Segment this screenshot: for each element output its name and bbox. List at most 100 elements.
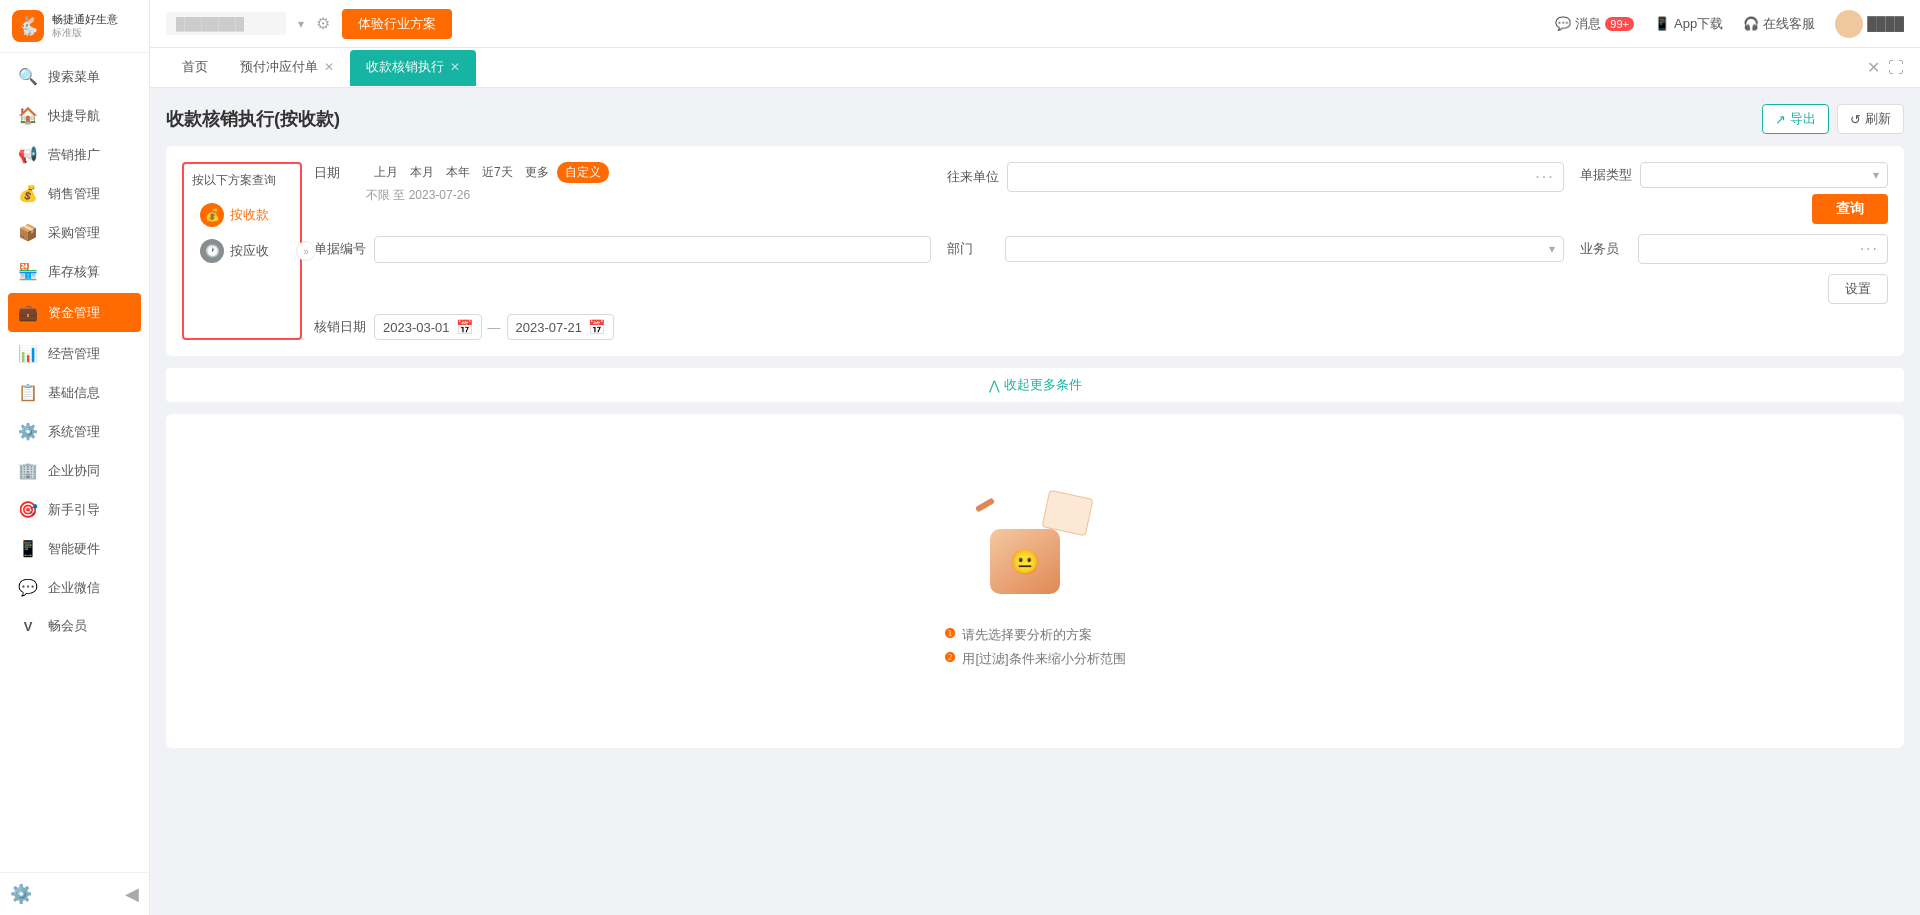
purchase-icon: 📦 xyxy=(18,223,38,242)
collapse-filter-icon[interactable]: » xyxy=(296,241,316,261)
guide-icon: 🎯 xyxy=(18,500,38,519)
tab-fullscreen-icon[interactable]: ⛶ xyxy=(1888,59,1904,77)
voucher-type-select[interactable]: ▾ xyxy=(1640,162,1888,188)
filter-option-receipt-label: 按收款 xyxy=(230,206,269,224)
company-selector[interactable]: ████████ xyxy=(166,12,286,35)
refresh-button[interactable]: ↺ 刷新 xyxy=(1837,104,1904,134)
tab-receivable-close-icon[interactable]: ✕ xyxy=(450,60,460,74)
date-separator: — xyxy=(488,320,501,335)
sidebar-item-system[interactable]: ⚙️ 系统管理 xyxy=(0,412,149,451)
sidebar-item-label: 快捷导航 xyxy=(48,107,100,125)
sidebar-item-guide[interactable]: 🎯 新手引导 xyxy=(0,490,149,529)
setting-button[interactable]: 设置 xyxy=(1828,274,1888,304)
date-last-month[interactable]: 上月 xyxy=(370,162,402,183)
tab-close-all-icon[interactable]: ✕ xyxy=(1867,58,1880,77)
action-column: 单据类型 ▾ 查询 xyxy=(1580,162,1888,224)
user-menu[interactable]: ████ xyxy=(1835,10,1904,38)
empty-hint-2: ❷ 用[过滤]条件来缩小分析范围 xyxy=(944,650,1125,668)
sidebar-item-wechat[interactable]: 💬 企业微信 xyxy=(0,568,149,607)
partner-dots-icon: ··· xyxy=(1535,168,1554,186)
sidebar-item-label: 畅会员 xyxy=(48,617,87,635)
message-button[interactable]: 💬 消息 99+ xyxy=(1555,15,1634,33)
sidebar-item-enterprise[interactable]: 🏢 企业协同 xyxy=(0,451,149,490)
voucher-type-arrow-icon: ▾ xyxy=(1873,168,1879,182)
verify-date-start-value: 2023-03-01 xyxy=(383,320,450,335)
date-this-month[interactable]: 本月 xyxy=(406,162,438,183)
page-title: 收款核销执行(按收款) xyxy=(166,107,340,131)
tab-receivable-label: 收款核销执行 xyxy=(366,58,444,76)
sidebar-item-basic[interactable]: 📋 基础信息 xyxy=(0,373,149,412)
tab-bar: 首页 预付冲应付单 ✕ 收款核销执行 ✕ ✕ ⛶ xyxy=(150,48,1920,88)
topbar-left: ████████ ▾ ⚙ 体验行业方案 xyxy=(166,9,452,39)
marketing-icon: 📢 xyxy=(18,145,38,164)
voucher-no-filter-row: 单据编号 xyxy=(314,236,931,263)
date-this-year[interactable]: 本年 xyxy=(442,162,474,183)
date-custom[interactable]: 自定义 xyxy=(557,162,609,183)
industry-solution-button[interactable]: 体验行业方案 xyxy=(342,9,452,39)
online-service-button[interactable]: 🎧 在线客服 xyxy=(1743,15,1815,33)
sidebar-item-marketing[interactable]: 📢 营销推广 xyxy=(0,135,149,174)
sidebar-item-purchase[interactable]: 📦 采购管理 xyxy=(0,213,149,252)
empty-illustration: 😐 xyxy=(975,494,1095,614)
home-icon: 🏠 xyxy=(18,106,38,125)
export-button[interactable]: ↗ 导出 xyxy=(1762,104,1829,134)
verify-date-start-input[interactable]: 2023-03-01 📅 xyxy=(374,314,482,340)
date-last-7-days[interactable]: 近7天 xyxy=(478,162,517,183)
sidebar-item-label: 搜索菜单 xyxy=(48,68,100,86)
date-range-display: 不限 至 2023-07-26 xyxy=(366,188,470,202)
message-badge: 99+ xyxy=(1605,17,1634,31)
sidebar-item-hardware[interactable]: 📱 智能硬件 xyxy=(0,529,149,568)
app-download-icon: 📱 xyxy=(1654,16,1670,31)
service-icon: 🎧 xyxy=(1743,16,1759,31)
settings-gear-icon[interactable]: ⚙ xyxy=(316,14,330,33)
empty-hint-1-text: 请先选择要分析的方案 xyxy=(962,626,1092,644)
page-content: 收款核销执行(按收款) ↗ 导出 ↺ 刷新 按以下方案查询 💰 按收款 xyxy=(150,88,1920,915)
filter-panel: 按以下方案查询 💰 按收款 🕐 按应收 » 日期 xyxy=(166,146,1904,356)
sidebar-item-label: 销售管理 xyxy=(48,185,100,203)
collapse-sidebar-icon[interactable]: ◀ xyxy=(125,883,139,905)
username-display: ████ xyxy=(1867,16,1904,31)
sidebar-item-quicknav[interactable]: 🏠 快捷导航 xyxy=(0,96,149,135)
verify-date-end-input[interactable]: 2023-07-21 📅 xyxy=(507,314,615,340)
tab-receivable[interactable]: 收款核销执行 ✕ xyxy=(350,50,476,86)
tab-home-label: 首页 xyxy=(182,58,208,76)
sidebar-item-member[interactable]: V 畅会员 xyxy=(0,607,149,645)
tab-home[interactable]: 首页 xyxy=(166,50,224,86)
sidebar-item-label: 企业协同 xyxy=(48,462,100,480)
sidebar-item-sales[interactable]: 💰 销售管理 xyxy=(0,174,149,213)
sidebar-item-inventory[interactable]: 🏪 库存核算 xyxy=(0,252,149,291)
sidebar-item-finance[interactable]: 💼 资金管理 xyxy=(8,293,141,332)
empty-hint-1: ❶ 请先选择要分析的方案 xyxy=(944,626,1092,644)
sidebar-item-label: 企业微信 xyxy=(48,579,100,597)
sidebar-item-operation[interactable]: 📊 经营管理 xyxy=(0,334,149,373)
collapse-more-conditions[interactable]: ⋀ 收起更多条件 xyxy=(166,368,1904,402)
company-dropdown-icon[interactable]: ▾ xyxy=(298,17,304,31)
settings-footer-icon[interactable]: ⚙️ xyxy=(10,883,32,905)
inventory-icon: 🏪 xyxy=(18,262,38,281)
query-button[interactable]: 查询 xyxy=(1812,194,1888,224)
sidebar-item-label: 营销推广 xyxy=(48,146,100,164)
page-header: 收款核销执行(按收款) ↗ 导出 ↺ 刷新 xyxy=(166,104,1904,134)
partner-label: 往来单位 xyxy=(947,168,999,186)
app-download-button[interactable]: 📱 App下载 xyxy=(1654,15,1723,33)
tab-prepay[interactable]: 预付冲应付单 ✕ xyxy=(224,50,350,86)
finance-icon: 💼 xyxy=(18,303,38,322)
date-label: 日期 xyxy=(314,164,364,182)
staff-dots-icon: ··· xyxy=(1860,240,1879,258)
filter-option-receivable-label: 按应收 xyxy=(230,242,269,260)
staff-select[interactable]: ··· xyxy=(1638,234,1888,264)
tab-prepay-close-icon[interactable]: ✕ xyxy=(324,60,334,74)
avatar xyxy=(1835,10,1863,38)
partner-select[interactable]: ··· xyxy=(1007,162,1564,192)
dept-arrow-icon: ▾ xyxy=(1549,242,1555,256)
voucher-no-input[interactable] xyxy=(374,236,931,263)
dept-select[interactable]: ▾ xyxy=(1005,236,1564,262)
refresh-icon: ↺ xyxy=(1850,112,1861,127)
collapse-more-label: 收起更多条件 xyxy=(1004,376,1082,394)
sidebar-item-label: 新手引导 xyxy=(48,501,100,519)
sidebar-item-search[interactable]: 🔍 搜索菜单 xyxy=(0,57,149,96)
sidebar-item-label: 资金管理 xyxy=(48,304,100,322)
date-more[interactable]: 更多 xyxy=(521,162,553,183)
filter-option-by-receipt[interactable]: 💰 按收款 xyxy=(192,197,292,233)
filter-option-by-receivable[interactable]: 🕐 按应收 xyxy=(192,233,292,269)
